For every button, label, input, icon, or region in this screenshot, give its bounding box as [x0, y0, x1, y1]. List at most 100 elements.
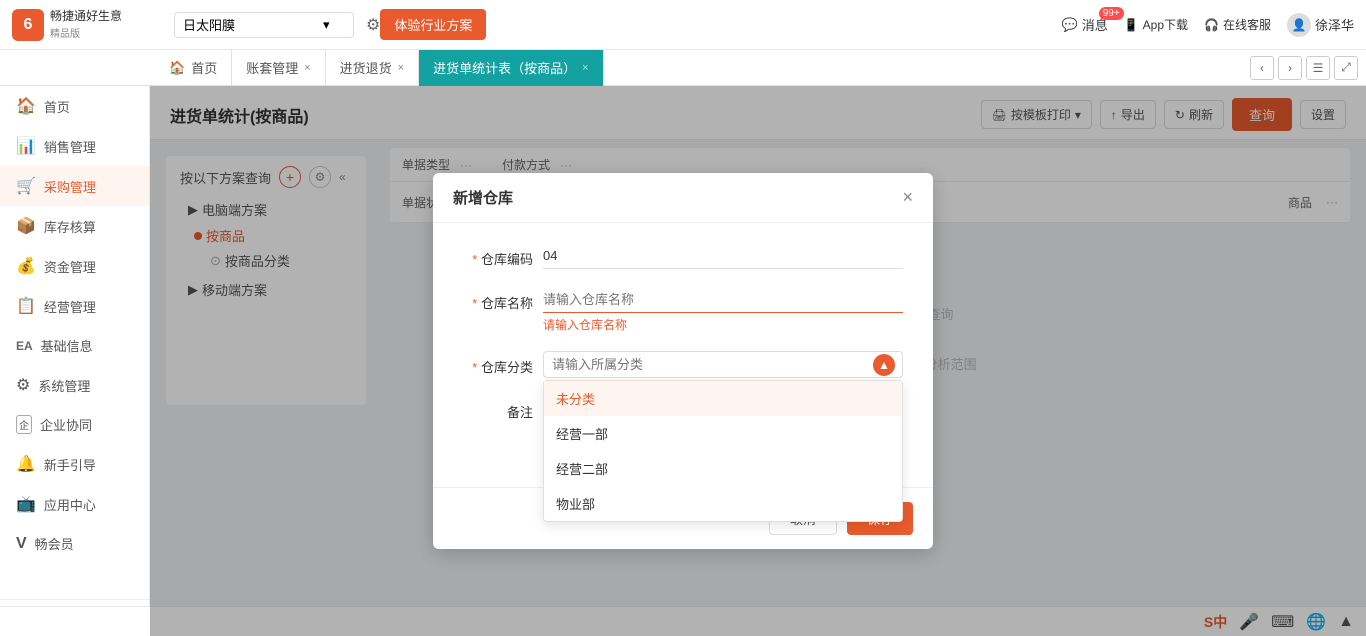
header-right: 💬 消息 99+ 📱 App下载 🎧 在线客服 👤 徐泽华 — [1062, 13, 1355, 37]
required-star-name: * — [472, 296, 477, 311]
trial-button[interactable]: 体验行业方案 — [380, 9, 486, 40]
category-select-input[interactable] — [543, 351, 903, 378]
form-remark-label: 备注 — [463, 396, 533, 421]
member-icon: V — [16, 535, 27, 553]
sidebar-item-operations[interactable]: 📋 经营管理 — [0, 286, 149, 326]
sidebar-enterprise-label: 企业协同 — [40, 415, 92, 434]
home-sidebar-icon: 🏠 — [16, 96, 36, 116]
tab-purchase-return-label: 进货退货 — [340, 58, 392, 77]
user-avatar-icon: 👤 — [1287, 13, 1311, 37]
online-service-button[interactable]: 🎧 在线客服 — [1204, 16, 1271, 33]
app-download-button[interactable]: 📱 App下载 — [1124, 16, 1188, 33]
sidebar-operations-label: 经营管理 — [44, 297, 96, 316]
home-icon: 🏠 — [169, 60, 185, 76]
guide-icon: 🔔 — [16, 454, 36, 474]
headphone-icon: 🎧 — [1204, 18, 1219, 32]
form-name-wrap: 请输入仓库名称 — [543, 287, 903, 333]
message-icon: 💬 — [1062, 17, 1078, 33]
sidebar-item-app-center[interactable]: 📺 应用中心 — [0, 484, 149, 524]
category-dropdown-list: 未分类 经营一部 经营二部 物业部 — [543, 380, 903, 522]
header-search-box[interactable]: ▾ — [174, 12, 354, 38]
tab-home[interactable]: 🏠 首页 — [155, 50, 232, 86]
form-code-label: * 仓库编码 — [463, 243, 533, 268]
sales-icon: 📊 — [16, 136, 36, 156]
user-area[interactable]: 👤 徐泽华 — [1287, 13, 1354, 37]
top-header: 6 畅捷通好生意 精品版 ▾ ⚙ 体验行业方案 💬 消息 99+ 📱 App下载… — [0, 0, 1366, 50]
purchase-icon: 🛒 — [16, 176, 36, 196]
dropdown-item-ops1[interactable]: 经营一部 — [544, 416, 902, 451]
modal-title: 新增仓库 — [453, 187, 513, 208]
modal-overlay: 新增仓库 × * 仓库编码 — [150, 86, 1366, 636]
form-row-name: * 仓库名称 请输入仓库名称 — [463, 287, 903, 333]
form-category-wrap: ▲ 未分类 经营一部 经营二部 物业部 — [543, 351, 903, 378]
online-service-label: 在线客服 — [1223, 16, 1271, 33]
warehouse-code-input[interactable] — [543, 243, 903, 269]
form-name-label: * 仓库名称 — [463, 287, 533, 312]
dropdown-item-ops2[interactable]: 经营二部 — [544, 451, 902, 486]
sidebar-item-home[interactable]: 🏠 首页 — [0, 86, 149, 126]
sidebar-item-purchase[interactable]: 🛒 采购管理 — [0, 166, 149, 206]
sidebar-item-system[interactable]: ⚙ 系统管理 — [0, 365, 149, 405]
dropdown-item-property[interactable]: 物业部 — [544, 486, 902, 521]
sidebar-item-sales[interactable]: 📊 销售管理 — [0, 126, 149, 166]
app-center-icon: 📺 — [16, 494, 36, 514]
modal-add-warehouse: 新增仓库 × * 仓库编码 — [433, 173, 933, 549]
logo-icon: 6 — [12, 9, 44, 41]
system-icon: ⚙ — [16, 375, 30, 395]
tab-accounts-label: 账套管理 — [246, 58, 298, 77]
sidebar-sales-label: 销售管理 — [44, 137, 96, 156]
modal-close-button[interactable]: × — [902, 187, 913, 208]
user-name: 徐泽华 — [1315, 15, 1354, 34]
sidebar-item-member[interactable]: V 畅会员 — [0, 524, 149, 563]
message-badge: 99+ — [1099, 7, 1124, 20]
tab-purchase-stats-close[interactable]: × — [582, 62, 588, 74]
enterprise-icon: 企 — [16, 415, 32, 434]
sidebar-item-finance[interactable]: 💰 资金管理 — [0, 246, 149, 286]
required-star: * — [472, 252, 477, 267]
sidebar-finance-label: 资金管理 — [44, 257, 96, 276]
sidebar-basic-info-label: 基础信息 — [41, 336, 93, 355]
sidebar-system-label: 系统管理 — [38, 376, 90, 395]
tab-purchase-return-close[interactable]: × — [398, 62, 404, 74]
tab-next-button[interactable]: › — [1278, 56, 1302, 80]
main-layout: 🏠 首页 📊 销售管理 🛒 采购管理 📦 库存核算 💰 资金管理 📋 经营管理 … — [0, 86, 1366, 636]
download-icon: 📱 — [1124, 18, 1139, 32]
tab-home-label: 首页 — [191, 58, 217, 77]
sidebar-item-guide[interactable]: 🔔 新手引导 — [0, 444, 149, 484]
tab-menu-button[interactable]: ☰ — [1306, 56, 1330, 80]
category-dropdown-toggle[interactable]: ▲ — [873, 354, 895, 376]
sidebar-item-basic-info[interactable]: EA 基础信息 — [0, 326, 149, 365]
operations-icon: 📋 — [16, 296, 36, 316]
form-row-code: * 仓库编码 — [463, 243, 903, 269]
sidebar-item-enterprise[interactable]: 企 企业协同 — [0, 405, 149, 444]
tab-accounts[interactable]: 账套管理 × — [232, 50, 325, 86]
sidebar-home-label: 首页 — [44, 97, 70, 116]
tab-purchase-return[interactable]: 进货退货 × — [326, 50, 419, 86]
message-button[interactable]: 💬 消息 99+ — [1062, 15, 1108, 34]
tab-accounts-close[interactable]: × — [304, 62, 310, 74]
form-code-wrap — [543, 243, 903, 269]
tab-bar: 🏠 首页 账套管理 × 进货退货 × 进货单统计表（按商品） × ‹ › ☰ ⤢ — [0, 50, 1366, 86]
search-input[interactable] — [183, 17, 323, 32]
warehouse-name-input[interactable] — [543, 287, 903, 313]
sidebar-guide-label: 新手引导 — [44, 455, 96, 474]
content-area: 进货单统计(按商品) 🖨 按模板打印 ▾ ↑ 导出 ↻ 刷新 查询 设置 — [150, 86, 1366, 636]
gear-icon[interactable]: ⚙ — [366, 15, 380, 35]
logo-area: 6 畅捷通好生意 精品版 — [12, 9, 162, 41]
header-center: 体验行业方案 — [380, 9, 1061, 40]
sidebar-item-inventory[interactable]: 📦 库存核算 — [0, 206, 149, 246]
tab-purchase-stats-label: 进货单统计表（按商品） — [433, 58, 576, 77]
required-star-cat: * — [472, 360, 477, 375]
form-row-category: * 仓库分类 ▲ 未分类 经营一部 经营二部 物业部 — [463, 351, 903, 378]
sidebar: 🏠 首页 📊 销售管理 🛒 采购管理 📦 库存核算 💰 资金管理 📋 经营管理 … — [0, 86, 150, 636]
form-category-label: * 仓库分类 — [463, 351, 533, 376]
tab-purchase-stats[interactable]: 进货单统计表（按商品） × — [419, 50, 603, 86]
tab-prev-button[interactable]: ‹ — [1250, 56, 1274, 80]
sidebar-inventory-label: 库存核算 — [44, 217, 96, 236]
finance-icon: 💰 — [16, 256, 36, 276]
app-download-label: App下载 — [1143, 16, 1188, 33]
dropdown-item-unclassified[interactable]: 未分类 — [544, 381, 902, 416]
tab-expand-button[interactable]: ⤢ — [1334, 56, 1358, 80]
logo-text: 畅捷通好生意 精品版 — [50, 9, 122, 40]
tab-controls: ‹ › ☰ ⤢ — [1250, 56, 1366, 80]
